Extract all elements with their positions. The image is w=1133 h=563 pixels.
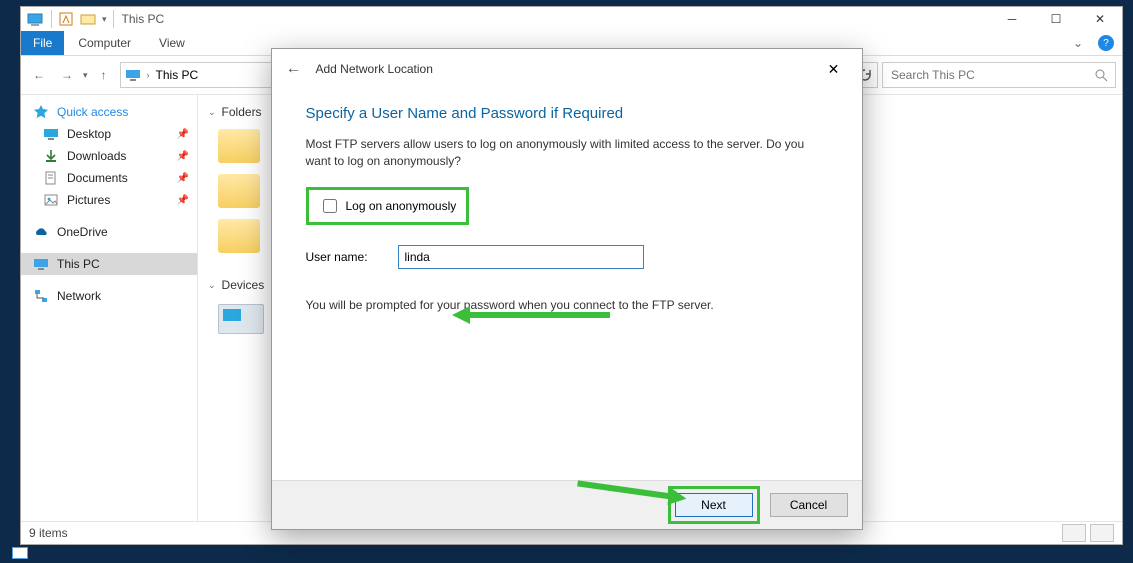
- folder-icon[interactable]: [218, 174, 260, 208]
- properties-icon[interactable]: [58, 11, 74, 27]
- sidebar-item-label: Desktop: [67, 127, 111, 141]
- dialog-titlebar: ← Add Network Location ✕: [272, 49, 862, 89]
- sidebar-label: Network: [57, 289, 101, 303]
- ribbon-expand-icon[interactable]: ⌄: [1066, 31, 1090, 55]
- nav-up-button[interactable]: ↑: [92, 63, 116, 87]
- search-icon[interactable]: [1093, 67, 1109, 83]
- view-icons-button[interactable]: [1090, 524, 1114, 542]
- search-box[interactable]: [882, 62, 1116, 88]
- sidebar-label: Quick access: [57, 105, 128, 119]
- dialog-description: Most FTP servers allow users to log on a…: [306, 136, 826, 171]
- sidebar-item-label: Documents: [67, 171, 128, 185]
- desktop-icon: [43, 126, 59, 142]
- view-details-button[interactable]: [1062, 524, 1086, 542]
- pictures-icon: [43, 192, 59, 208]
- maximize-button[interactable]: ☐: [1034, 7, 1078, 31]
- nav-pane: Quick access Desktop 📌 Downloads 📌 Docum…: [21, 95, 198, 521]
- documents-icon: [43, 170, 59, 186]
- drive-icon[interactable]: [218, 304, 264, 334]
- cancel-button[interactable]: Cancel: [770, 493, 848, 517]
- quick-access-toolbar: ▾: [51, 10, 114, 28]
- sidebar-label: OneDrive: [57, 225, 108, 239]
- anonymous-checkbox[interactable]: [323, 199, 337, 213]
- section-label: Folders: [222, 105, 262, 119]
- collapse-icon[interactable]: ⌄: [208, 107, 216, 118]
- search-input[interactable]: [889, 67, 1093, 83]
- star-icon: [33, 104, 49, 120]
- sidebar-item-desktop[interactable]: Desktop 📌: [21, 123, 197, 145]
- close-button[interactable]: ✕: [1078, 7, 1122, 31]
- app-icon: [27, 11, 43, 27]
- folder-icon[interactable]: [218, 129, 260, 163]
- sidebar-item-label: Pictures: [67, 193, 110, 207]
- sidebar-this-pc[interactable]: This PC: [21, 253, 197, 275]
- dialog-heading: Specify a User Name and Password if Requ…: [306, 105, 832, 122]
- tab-file[interactable]: File: [21, 31, 64, 55]
- sidebar-label: This PC: [57, 257, 100, 271]
- sidebar-network[interactable]: Network: [21, 285, 197, 307]
- view-toggle: [1062, 524, 1114, 542]
- sidebar-item-documents[interactable]: Documents 📌: [21, 167, 197, 189]
- status-text: 9 items: [29, 526, 68, 540]
- anonymous-checkbox-label[interactable]: Log on anonymously: [346, 199, 457, 213]
- add-network-location-dialog: ← Add Network Location ✕ Specify a User …: [271, 48, 863, 530]
- pin-icon: 📌: [177, 151, 189, 162]
- tab-computer[interactable]: Computer: [64, 31, 145, 55]
- username-label: User name:: [306, 250, 384, 264]
- window-title: This PC: [122, 12, 165, 26]
- downloads-icon: [43, 148, 59, 164]
- dialog-body: Specify a User Name and Password if Requ…: [272, 89, 862, 480]
- tab-view[interactable]: View: [145, 31, 199, 55]
- collapse-icon[interactable]: ⌄: [208, 280, 216, 291]
- sidebar-quick-access[interactable]: Quick access: [21, 101, 197, 123]
- pin-icon: 📌: [177, 129, 189, 140]
- new-folder-icon[interactable]: [80, 11, 96, 27]
- nav-back-button[interactable]: ←: [27, 63, 51, 87]
- sidebar-item-label: Downloads: [67, 149, 126, 163]
- this-pc-icon: [125, 67, 141, 83]
- dialog-footer: Next Cancel: [272, 480, 862, 529]
- qat-dropdown-icon[interactable]: ▾: [102, 14, 107, 25]
- dialog-close-button[interactable]: ✕: [814, 53, 854, 85]
- username-row: User name:: [306, 245, 832, 269]
- breadcrumb-chevron-icon[interactable]: ›: [147, 70, 150, 80]
- nav-history-dropdown[interactable]: ▾: [83, 70, 88, 81]
- nav-forward-button[interactable]: →: [55, 63, 79, 87]
- anonymous-checkbox-highlight: Log on anonymously: [306, 187, 470, 225]
- dialog-back-button[interactable]: ←: [280, 60, 308, 78]
- section-label: Devices: [222, 278, 265, 292]
- username-input[interactable]: [398, 245, 644, 269]
- sidebar-onedrive[interactable]: OneDrive: [21, 221, 197, 243]
- this-pc-icon: [33, 256, 49, 272]
- breadcrumb-item[interactable]: This PC: [156, 68, 199, 82]
- help-icon[interactable]: ?: [1098, 35, 1114, 51]
- onedrive-icon: [33, 224, 49, 240]
- pin-icon: 📌: [177, 195, 189, 206]
- folder-icon[interactable]: [218, 219, 260, 253]
- taskbar-monitor-icon: [12, 547, 28, 559]
- pin-icon: 📌: [177, 173, 189, 184]
- dialog-title: Add Network Location: [316, 62, 433, 76]
- titlebar: ▾ This PC ─ ☐ ✕: [21, 7, 1122, 31]
- sidebar-item-pictures[interactable]: Pictures 📌: [21, 189, 197, 211]
- sidebar-item-downloads[interactable]: Downloads 📌: [21, 145, 197, 167]
- minimize-button[interactable]: ─: [990, 7, 1034, 31]
- network-icon: [33, 288, 49, 304]
